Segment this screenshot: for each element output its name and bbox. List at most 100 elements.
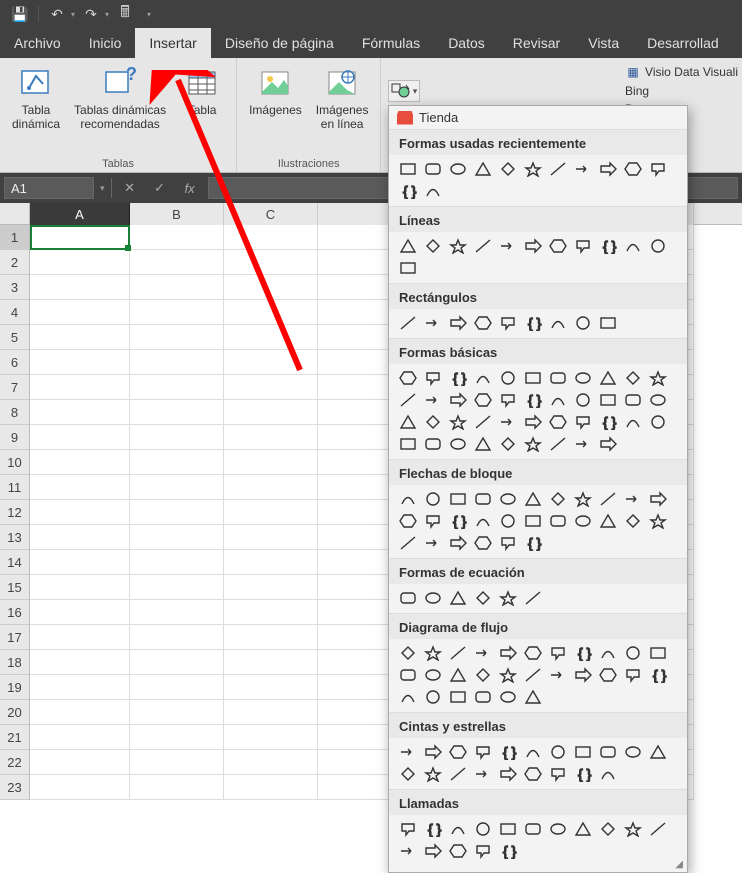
shape-option[interactable] <box>472 511 494 530</box>
shape-option[interactable] <box>622 159 644 178</box>
cell[interactable] <box>224 400 318 425</box>
shape-option[interactable] <box>522 764 544 783</box>
cell[interactable] <box>130 225 224 250</box>
cell[interactable] <box>130 675 224 700</box>
tab-archivo[interactable]: Archivo <box>0 28 75 58</box>
column-header[interactable]: C <box>224 203 318 225</box>
shape-option[interactable] <box>472 489 494 508</box>
shape-option[interactable]: { } <box>497 742 519 761</box>
shape-option[interactable] <box>597 368 619 387</box>
cell[interactable] <box>30 300 130 325</box>
shape-option[interactable] <box>497 533 519 552</box>
shape-option[interactable] <box>447 236 469 255</box>
cell[interactable] <box>224 375 318 400</box>
cell[interactable] <box>30 600 130 625</box>
shape-option[interactable] <box>497 159 519 178</box>
cell[interactable] <box>130 400 224 425</box>
shape-option[interactable] <box>572 489 594 508</box>
shape-option[interactable] <box>422 412 444 431</box>
shape-option[interactable] <box>522 819 544 838</box>
row-header[interactable]: 11 <box>0 475 30 500</box>
cell[interactable] <box>224 775 318 800</box>
row-header[interactable]: 22 <box>0 750 30 775</box>
select-all-corner[interactable] <box>0 203 30 225</box>
shape-option[interactable] <box>397 434 419 453</box>
cell[interactable] <box>130 700 224 725</box>
shape-option[interactable] <box>572 159 594 178</box>
tab-inicio[interactable]: Inicio <box>75 28 136 58</box>
shape-option[interactable] <box>647 236 669 255</box>
row-header[interactable]: 17 <box>0 625 30 650</box>
shape-option[interactable] <box>397 533 419 552</box>
cell[interactable] <box>30 325 130 350</box>
cell[interactable] <box>224 700 318 725</box>
redo-icon[interactable]: ↷ <box>79 3 103 25</box>
shape-option[interactable]: { } <box>522 313 544 332</box>
shape-option[interactable] <box>522 687 544 706</box>
shape-option[interactable] <box>547 764 569 783</box>
row-header[interactable]: 9 <box>0 425 30 450</box>
shape-option[interactable] <box>572 368 594 387</box>
shape-option[interactable] <box>622 819 644 838</box>
shape-option[interactable]: { } <box>572 643 594 662</box>
cell[interactable] <box>224 525 318 550</box>
shape-option[interactable] <box>422 588 444 607</box>
shape-option[interactable] <box>622 643 644 662</box>
shape-option[interactable] <box>397 159 419 178</box>
cell[interactable] <box>224 500 318 525</box>
shape-option[interactable] <box>647 643 669 662</box>
cell[interactable] <box>130 475 224 500</box>
recommended-pivot-button[interactable]: ? Tablas dinámicas recomendadas <box>68 62 172 156</box>
save-icon[interactable]: 💾 <box>8 3 32 25</box>
cell[interactable] <box>130 350 224 375</box>
shape-option[interactable] <box>472 841 494 860</box>
shape-option[interactable] <box>422 434 444 453</box>
cell[interactable] <box>224 750 318 775</box>
shape-option[interactable] <box>497 643 519 662</box>
undo-icon[interactable]: ↶ <box>45 3 69 25</box>
shape-option[interactable] <box>397 588 419 607</box>
shape-option[interactable] <box>397 841 419 860</box>
shape-option[interactable] <box>572 236 594 255</box>
cancel-formula-icon[interactable]: ✕ <box>118 177 142 199</box>
cell[interactable] <box>224 550 318 575</box>
shape-option[interactable] <box>497 511 519 530</box>
shape-option[interactable] <box>397 313 419 332</box>
row-header[interactable]: 13 <box>0 525 30 550</box>
shape-option[interactable] <box>497 819 519 838</box>
shape-option[interactable] <box>547 489 569 508</box>
shape-option[interactable] <box>497 390 519 409</box>
shape-option[interactable] <box>397 764 419 783</box>
shape-option[interactable] <box>497 412 519 431</box>
cell[interactable] <box>224 225 318 250</box>
shape-option[interactable] <box>422 313 444 332</box>
shape-option[interactable] <box>547 236 569 255</box>
tab-desarrollador[interactable]: Desarrollad <box>633 28 733 58</box>
cell[interactable] <box>224 275 318 300</box>
shape-option[interactable] <box>622 742 644 761</box>
shape-option[interactable] <box>572 742 594 761</box>
cell[interactable] <box>224 325 318 350</box>
table-button[interactable]: Tabla <box>174 62 230 156</box>
shape-option[interactable] <box>397 412 419 431</box>
shape-option[interactable] <box>597 742 619 761</box>
shape-option[interactable] <box>522 412 544 431</box>
shape-option[interactable] <box>622 511 644 530</box>
cell[interactable] <box>30 675 130 700</box>
cell[interactable] <box>130 300 224 325</box>
cell[interactable] <box>224 575 318 600</box>
shape-option[interactable] <box>572 665 594 684</box>
shape-option[interactable] <box>497 665 519 684</box>
shape-option[interactable] <box>597 764 619 783</box>
shape-option[interactable] <box>597 643 619 662</box>
cell[interactable] <box>224 725 318 750</box>
shape-option[interactable] <box>522 643 544 662</box>
row-header[interactable]: 23 <box>0 775 30 800</box>
shape-option[interactable]: { } <box>447 368 469 387</box>
shape-option[interactable] <box>472 236 494 255</box>
cell[interactable] <box>130 625 224 650</box>
visio-addin-button[interactable]: ▦ Visio Data Visuali <box>625 64 738 80</box>
cell[interactable] <box>130 750 224 775</box>
cell[interactable] <box>30 550 130 575</box>
shape-option[interactable] <box>497 764 519 783</box>
